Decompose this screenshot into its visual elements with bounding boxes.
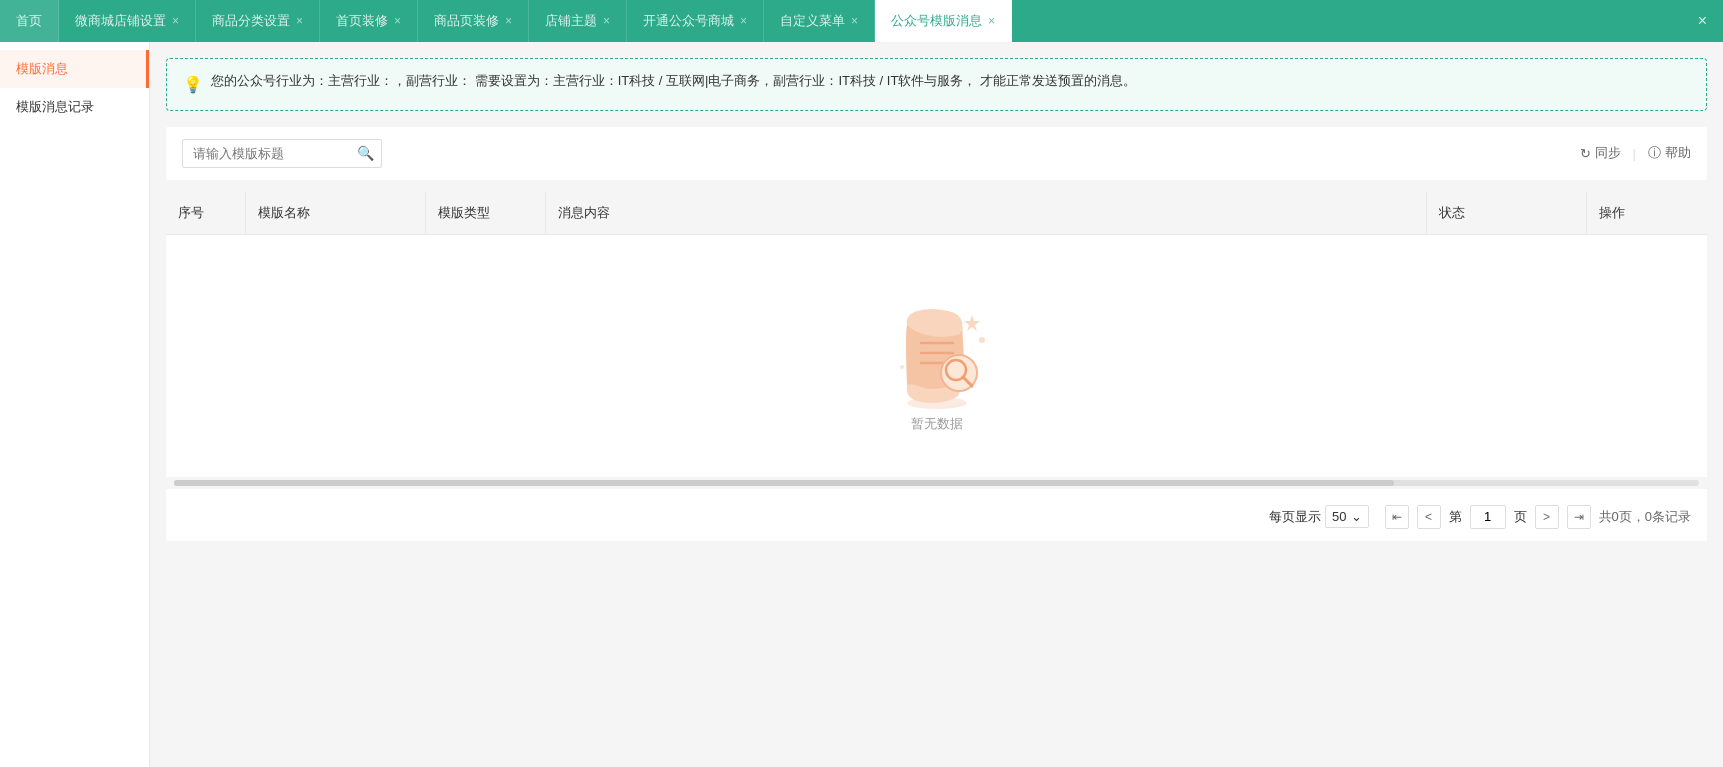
close-template-msg-icon[interactable]: × (988, 14, 995, 28)
empty-illustration (877, 295, 997, 415)
tab-shop-theme-label: 店铺主题 (545, 12, 597, 30)
search-left: 🔍 (182, 139, 382, 168)
page-size-label: 每页显示 (1269, 508, 1321, 526)
page-summary: 共0页，0条记录 (1599, 508, 1691, 526)
close-home-decor-icon[interactable]: × (394, 14, 401, 28)
close-all-icon: × (1698, 12, 1707, 29)
first-page-button[interactable]: ⇤ (1385, 505, 1409, 529)
col-name: 模版名称 (246, 192, 426, 234)
search-button[interactable]: 🔍 (357, 145, 374, 161)
tab-wsc-shop-label: 微商城店铺设置 (75, 12, 166, 30)
notice-text: 您的公众号行业为：主营行业：，副营行业： 需要设置为：主营行业：IT科技 / 互… (211, 71, 1136, 92)
notice-highlight: 需要设置为：主营行业：IT科技 / 互联网|电子商务，副营行业：IT科技 / I… (475, 73, 977, 88)
tab-home-decor-label: 首页装修 (336, 12, 388, 30)
help-button[interactable]: ⓘ 帮助 (1648, 144, 1691, 162)
dropdown-icon: ⌄ (1351, 509, 1362, 524)
close-shop-theme-icon[interactable]: × (603, 14, 610, 28)
empty-state: 暂无数据 (166, 235, 1707, 473)
search-input[interactable] (182, 139, 382, 168)
col-status: 状态 (1427, 192, 1587, 234)
page-prefix-label: 第 (1449, 508, 1462, 526)
sidebar-item-template-msg[interactable]: 模版消息 (0, 50, 149, 88)
close-product-category-icon[interactable]: × (296, 14, 303, 28)
search-right: ↻ 同步 | ⓘ 帮助 (1580, 144, 1691, 162)
next-page-icon: > (1543, 510, 1550, 524)
page-size-dropdown[interactable]: 50 ⌄ (1325, 505, 1368, 528)
close-custom-menu-icon[interactable]: × (851, 14, 858, 28)
close-product-decor-icon[interactable]: × (505, 14, 512, 28)
main-layout: 模版消息 模版消息记录 💡 您的公众号行业为：主营行业：，副营行业： 需要设置为… (0, 42, 1723, 767)
sidebar-item-template-msg-record-label: 模版消息记录 (16, 99, 94, 114)
search-icon: 🔍 (357, 145, 374, 161)
help-icon: ⓘ (1648, 144, 1661, 162)
tab-product-category-label: 商品分类设置 (212, 12, 290, 30)
prev-page-button[interactable]: < (1417, 505, 1441, 529)
search-bar: 🔍 ↻ 同步 | ⓘ 帮助 (166, 127, 1707, 180)
last-page-button[interactable]: ⇥ (1567, 505, 1591, 529)
prev-page-icon: < (1425, 510, 1432, 524)
search-input-wrap: 🔍 (182, 139, 382, 168)
col-content: 消息内容 (546, 192, 1427, 234)
col-type: 模版类型 (426, 192, 546, 234)
close-all-button[interactable]: × (1682, 12, 1723, 30)
tab-product-category[interactable]: 商品分类设置 × (196, 0, 320, 42)
tab-template-msg[interactable]: 公众号模版消息 × (875, 0, 1012, 42)
horizontal-scrollbar[interactable] (166, 477, 1707, 489)
data-table: 序号 模版名称 模版类型 消息内容 状态 操作 (166, 192, 1707, 541)
tab-home-label: 首页 (16, 12, 42, 30)
table-header: 序号 模版名称 模版类型 消息内容 状态 操作 (166, 192, 1707, 235)
next-page-button[interactable]: > (1535, 505, 1559, 529)
scroll-track (174, 480, 1699, 486)
page-size-value: 50 (1332, 509, 1346, 524)
tab-custom-menu-label: 自定义菜单 (780, 12, 845, 30)
close-wsc-shop-icon[interactable]: × (172, 14, 179, 28)
sync-label: 同步 (1595, 144, 1621, 162)
tab-home[interactable]: 首页 (0, 0, 59, 42)
notice-icon: 💡 (183, 72, 203, 98)
col-index: 序号 (166, 192, 246, 234)
pagination: 每页显示 50 ⌄ ⇤ < 第 页 > (166, 493, 1707, 541)
tab-product-decor-label: 商品页装修 (434, 12, 499, 30)
divider: | (1633, 146, 1636, 161)
sidebar-item-template-msg-label: 模版消息 (16, 61, 68, 76)
page-size-select: 每页显示 50 ⌄ (1269, 505, 1368, 528)
tab-shop-theme[interactable]: 店铺主题 × (529, 0, 627, 42)
notice-box: 💡 您的公众号行业为：主营行业：，副营行业： 需要设置为：主营行业：IT科技 /… (166, 58, 1707, 111)
sync-icon: ↻ (1580, 146, 1591, 161)
tab-home-decor[interactable]: 首页装修 × (320, 0, 418, 42)
notice-prefix: 您的公众号行业为：主营行业：，副营行业： (211, 73, 471, 88)
sync-button[interactable]: ↻ 同步 (1580, 144, 1621, 162)
tab-product-decor[interactable]: 商品页装修 × (418, 0, 529, 42)
first-page-icon: ⇤ (1392, 510, 1402, 524)
help-label: 帮助 (1665, 144, 1691, 162)
svg-point-8 (900, 365, 904, 369)
scroll-thumb[interactable] (174, 480, 1394, 486)
top-navigation: 首页 微商城店铺设置 × 商品分类设置 × 首页装修 × 商品页装修 × 店铺主… (0, 0, 1723, 42)
content-area: 💡 您的公众号行业为：主营行业：，副营行业： 需要设置为：主营行业：IT科技 /… (150, 42, 1723, 767)
page-input[interactable] (1470, 505, 1506, 529)
tab-wsc-shop[interactable]: 微商城店铺设置 × (59, 0, 196, 42)
col-action: 操作 (1587, 192, 1707, 234)
page-unit-label: 页 (1514, 508, 1527, 526)
tab-open-mall[interactable]: 开通公众号商城 × (627, 0, 764, 42)
tab-template-msg-label: 公众号模版消息 (891, 12, 982, 30)
tab-open-mall-label: 开通公众号商城 (643, 12, 734, 30)
last-page-icon: ⇥ (1574, 510, 1584, 524)
tab-custom-menu[interactable]: 自定义菜单 × (764, 0, 875, 42)
sidebar: 模版消息 模版消息记录 (0, 42, 150, 767)
svg-point-7 (979, 337, 985, 343)
close-open-mall-icon[interactable]: × (740, 14, 747, 28)
notice-suffix: 才能正常发送预置的消息。 (980, 73, 1136, 88)
sidebar-item-template-msg-record[interactable]: 模版消息记录 (0, 88, 149, 126)
empty-text: 暂无数据 (911, 415, 963, 433)
